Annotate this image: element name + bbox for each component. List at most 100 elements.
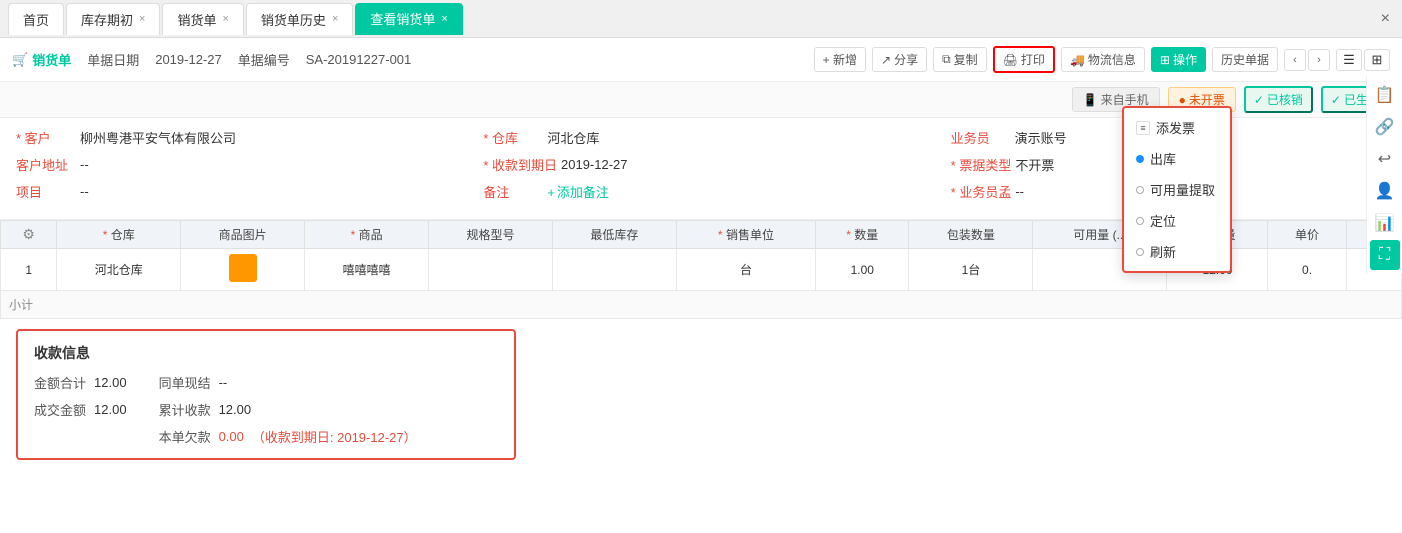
right-sidebar: 📋 🔗 ↩ 👤 📊 ⛶ bbox=[1366, 76, 1402, 274]
address-value: -- bbox=[80, 157, 89, 172]
sidebar-clipboard-icon[interactable]: 📋 bbox=[1370, 80, 1400, 110]
project-field: 项目 -- bbox=[16, 182, 451, 201]
sales-order-icon: 🛒 bbox=[12, 52, 28, 68]
prev-arrow[interactable]: ‹ bbox=[1284, 49, 1306, 71]
salesperson-label: 业务员 bbox=[951, 128, 1011, 147]
warehouse-label: 仓库 bbox=[483, 128, 543, 147]
cumulative-label: 累计收款 bbox=[159, 400, 211, 419]
tab-close-history[interactable]: × bbox=[332, 13, 338, 25]
dropdown-menu: ≡ 添发票 出库 可用量提取 定位 刷新 bbox=[1122, 106, 1232, 273]
row-pkg-qty: 1台 bbox=[909, 249, 1033, 291]
doc-actions: + 新增 ↗ 分享 ⧉ 复制 🖨 打印 🚚 物流信息 ⊞ 操作 历史单据 bbox=[814, 46, 1390, 73]
print-button[interactable]: 🖨 打印 bbox=[993, 46, 1055, 73]
circle-icon-3 bbox=[1136, 248, 1144, 256]
grid-view-button[interactable]: ⊞ bbox=[1364, 49, 1390, 71]
sidebar-link-icon[interactable]: 🔗 bbox=[1370, 112, 1400, 142]
owe-label: 本单欠款 bbox=[159, 427, 211, 446]
warehouse-value: 河北仓库 bbox=[547, 128, 599, 147]
dropdown-refresh[interactable]: 刷新 bbox=[1124, 236, 1230, 267]
owe-note: （收款到期日: 2019-12-27） bbox=[252, 427, 417, 446]
invoice-icon: ≡ bbox=[1136, 121, 1150, 135]
address-label: 客户地址 bbox=[16, 155, 76, 174]
sidebar-chart-icon[interactable]: 📊 bbox=[1370, 208, 1400, 238]
mobile-icon: 📱 bbox=[1083, 93, 1098, 107]
col-warehouse: 仓库 bbox=[57, 221, 181, 249]
tab-home[interactable]: 首页 bbox=[8, 3, 64, 35]
due-date-value: 2019-12-27 bbox=[561, 157, 628, 172]
effective-icon: ✓ bbox=[1331, 93, 1341, 107]
doc-number-label: 单据编号 bbox=[238, 50, 290, 69]
tab-close-view[interactable]: × bbox=[441, 13, 447, 25]
doc-number-value: SA-20191227-001 bbox=[306, 52, 412, 67]
warehouse-field: 仓库 河北仓库 bbox=[483, 128, 918, 147]
col-gear[interactable]: ⚙ bbox=[1, 221, 57, 249]
dropdown-available-qty[interactable]: 可用量提取 bbox=[1124, 174, 1230, 205]
history-button[interactable]: 历史单据 bbox=[1212, 47, 1278, 72]
doc-date-value: 2019-12-27 bbox=[155, 52, 222, 67]
project-value: -- bbox=[80, 184, 89, 199]
view-buttons: ☰ ⊞ bbox=[1336, 49, 1390, 71]
copy-button[interactable]: ⧉ 复制 bbox=[933, 47, 987, 72]
confirm-button[interactable]: ✓ 已核销 bbox=[1244, 86, 1313, 113]
amount-value: 12.00 bbox=[94, 375, 127, 390]
add-note-button[interactable]: +添加备注 bbox=[547, 182, 609, 201]
nav-arrows: ‹ › bbox=[1284, 49, 1330, 71]
payment-rows: 金额合计 12.00 成交金额 12.00 同单现结 -- 累计收款 bbox=[34, 373, 498, 446]
project-label: 项目 bbox=[16, 182, 76, 201]
logistics-button[interactable]: 🚚 物流信息 bbox=[1061, 47, 1145, 72]
sidebar-refresh-icon[interactable]: ↩ bbox=[1370, 144, 1400, 174]
amount-label: 金额合计 bbox=[34, 373, 86, 392]
next-arrow[interactable]: › bbox=[1308, 49, 1330, 71]
same-order-value: -- bbox=[219, 375, 228, 390]
note-label: 备注 bbox=[483, 182, 543, 201]
circle-icon-1 bbox=[1136, 186, 1144, 194]
note-field: 备注 +添加备注 bbox=[483, 182, 918, 201]
cumulative-value: 12.00 bbox=[219, 402, 252, 417]
tab-close-sales[interactable]: × bbox=[222, 13, 228, 25]
check-icon: ✓ bbox=[1254, 93, 1264, 107]
payment-title: 收款信息 bbox=[34, 343, 498, 363]
blue-dot-icon bbox=[1136, 155, 1144, 163]
deal-amount-label: 成交金额 bbox=[34, 400, 86, 419]
row-product: 嘻嘻嘻嘻 bbox=[305, 249, 429, 291]
row-index: 1 bbox=[1, 249, 57, 291]
same-order-label: 同单现结 bbox=[159, 373, 211, 392]
tab-bar: 首页 库存期初 × 销货单 × 销货单历史 × 查看销货单 × × bbox=[0, 0, 1402, 38]
copy-icon: ⧉ bbox=[942, 52, 951, 67]
col-min-stock: 最低库存 bbox=[552, 221, 676, 249]
due-date-label: 收款到期日 bbox=[483, 155, 557, 174]
dropdown-add-invoice[interactable]: ≡ 添发票 bbox=[1124, 112, 1230, 143]
row-spec bbox=[429, 249, 553, 291]
bottom-panel: 收款信息 金额合计 12.00 成交金额 12.00 同单现结 -- bbox=[0, 319, 1402, 470]
row-min-stock bbox=[552, 249, 676, 291]
tab-sales-history[interactable]: 销货单历史 × bbox=[246, 3, 353, 35]
payment-same-order-row: 同单现结 -- bbox=[159, 373, 417, 392]
row-qty: 1.00 bbox=[816, 249, 909, 291]
customer-field: 客户 柳州粤港平安气体有限公司 bbox=[16, 128, 451, 147]
window-close-button[interactable]: × bbox=[1381, 10, 1390, 28]
doc-title: 🛒 销货单 bbox=[12, 50, 71, 69]
share-button[interactable]: ↗ 分享 bbox=[872, 47, 927, 72]
dropdown-locate[interactable]: 定位 bbox=[1124, 205, 1230, 236]
col-pkg-qty: 包装数量 bbox=[909, 221, 1033, 249]
grid-icon: ⊞ bbox=[1160, 53, 1170, 67]
subtotal-label: 小计 bbox=[1, 291, 1402, 319]
col-qty: 数量 bbox=[816, 221, 909, 249]
tab-inventory-init[interactable]: 库存期初 × bbox=[66, 3, 160, 35]
tab-view-sales[interactable]: 查看销货单 × bbox=[355, 3, 462, 35]
payment-cumulative-row: 累计收款 12.00 bbox=[159, 400, 417, 419]
dropdown-outbound[interactable]: 出库 bbox=[1124, 143, 1230, 174]
tab-close-inventory[interactable]: × bbox=[139, 13, 145, 25]
sidebar-user-icon[interactable]: 👤 bbox=[1370, 176, 1400, 206]
invoice-type-value: 不开票 bbox=[1015, 155, 1054, 174]
operate-button[interactable]: ⊞ 操作 bbox=[1151, 47, 1206, 72]
tab-sales-order[interactable]: 销货单 × bbox=[162, 3, 243, 35]
payment-amount-row: 金额合计 12.00 bbox=[34, 373, 127, 392]
sidebar-expand-icon[interactable]: ⛶ bbox=[1370, 240, 1400, 270]
ticket-icon: ● bbox=[1179, 93, 1186, 107]
doc-date-label: 单据日期 bbox=[87, 50, 139, 69]
col-unit: 销售单位 bbox=[676, 221, 815, 249]
list-view-button[interactable]: ☰ bbox=[1336, 49, 1362, 71]
salesperson-value: 演示账号 bbox=[1015, 128, 1067, 147]
new-button[interactable]: + 新增 bbox=[814, 47, 866, 72]
